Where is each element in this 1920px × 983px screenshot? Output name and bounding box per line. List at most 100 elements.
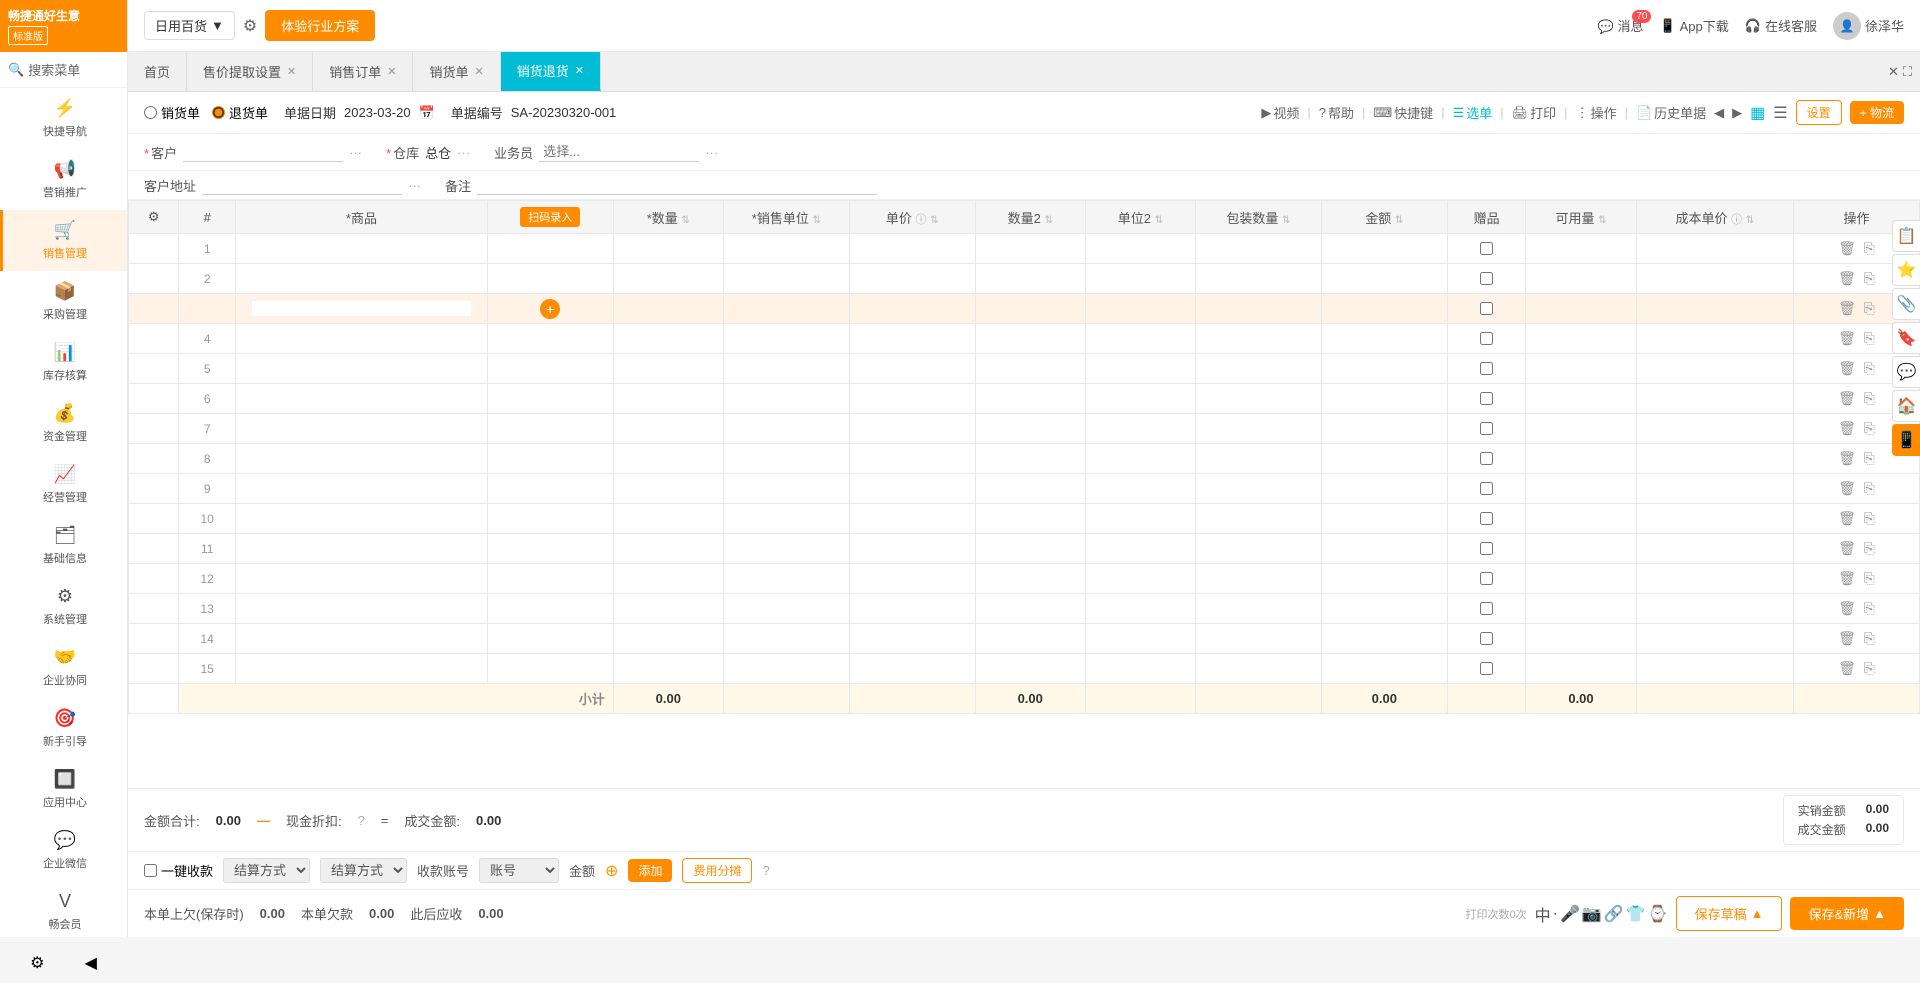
row-avail-3[interactable] <box>1526 294 1636 324</box>
row-qty-11[interactable] <box>613 534 723 564</box>
save-new-btn[interactable]: 保存&新增 ▲ <box>1790 897 1904 930</box>
row-qty-12[interactable] <box>613 564 723 594</box>
row-unit-1[interactable] <box>723 234 849 264</box>
row-qty2-3[interactable] <box>975 294 1085 324</box>
row-product-4[interactable] <box>236 324 488 354</box>
app-download-btn[interactable]: 📱 App下载 <box>1659 16 1728 35</box>
row-amount-10[interactable] <box>1321 504 1447 534</box>
radio-sale-input[interactable] <box>144 106 157 119</box>
row-avail-6[interactable] <box>1526 384 1636 414</box>
message-btn[interactable]: 💬 70 消息 <box>1598 16 1644 35</box>
row-qty-3[interactable] <box>613 294 723 324</box>
row-pack-11[interactable] <box>1195 534 1321 564</box>
row-unit2-7[interactable] <box>1085 414 1195 444</box>
qty2-sort-icon[interactable]: ⇅ <box>1044 215 1052 226</box>
sidebar-item-inventory[interactable]: 📊 库存核算 <box>0 332 127 393</box>
remark-input[interactable] <box>477 175 877 195</box>
row-qty2-11[interactable] <box>975 534 1085 564</box>
row-price-4[interactable] <box>849 324 975 354</box>
row-unit2-15[interactable] <box>1085 654 1195 684</box>
shortcut-btn[interactable]: ⌨ 快捷键 <box>1373 103 1433 122</box>
row-unit2-9[interactable] <box>1085 474 1195 504</box>
sidebar-item-apps[interactable]: 🔲 应用中心 <box>0 759 127 820</box>
row-cost-3[interactable] <box>1636 294 1793 324</box>
row-unit-8[interactable] <box>723 444 849 474</box>
row-qty-15[interactable] <box>613 654 723 684</box>
delete-row-1[interactable]: 🗑 <box>1838 240 1856 256</box>
customer-input[interactable] <box>183 142 343 162</box>
copy-row-6[interactable]: ⎘ <box>1864 390 1875 406</box>
row-product-12[interactable] <box>236 564 488 594</box>
tab-sales-return-close[interactable]: ✕ <box>575 64 584 77</box>
delete-row-12[interactable]: 🗑 <box>1838 570 1856 586</box>
row-pack-10[interactable] <box>1195 504 1321 534</box>
row-product-5[interactable] <box>236 354 488 384</box>
row-unit2-14[interactable] <box>1085 624 1195 654</box>
pack-sort-icon[interactable]: ⇅ <box>1282 215 1290 226</box>
collapse-icon[interactable]: ◀ <box>85 953 97 973</box>
row-cost-13[interactable] <box>1636 594 1793 624</box>
row-pack-9[interactable] <box>1195 474 1321 504</box>
tool-icon-6[interactable]: 👕 <box>1626 904 1646 924</box>
row-avail-14[interactable] <box>1526 624 1636 654</box>
add-row-btn[interactable]: + <box>540 299 560 319</box>
row-avail-1[interactable] <box>1526 234 1636 264</box>
delete-row-9[interactable]: 🗑 <box>1838 480 1856 496</box>
row-gift-9[interactable] <box>1447 474 1526 504</box>
delete-row-15[interactable]: 🗑 <box>1838 660 1856 676</box>
cost-sort-icon[interactable]: ⇅ <box>1746 215 1754 226</box>
row-pack-6[interactable] <box>1195 384 1321 414</box>
row-cost-6[interactable] <box>1636 384 1793 414</box>
barcode-scan-btn[interactable]: 扫码录入 <box>520 207 580 227</box>
copy-row-10[interactable]: ⎘ <box>1864 510 1875 526</box>
row-qty2-4[interactable] <box>975 324 1085 354</box>
row-pack-14[interactable] <box>1195 624 1321 654</box>
copy-row-14[interactable]: ⎘ <box>1864 630 1875 646</box>
delete-row-7[interactable]: 🗑 <box>1838 420 1856 436</box>
video-btn[interactable]: ▶ 视频 <box>1261 103 1299 122</box>
calendar-icon[interactable]: 📅 <box>419 105 435 121</box>
prev-icon[interactable]: ◀ <box>1714 105 1724 121</box>
row-qty-4[interactable] <box>613 324 723 354</box>
tool-icon-7[interactable]: ⌚ <box>1648 904 1668 924</box>
row-cost-11[interactable] <box>1636 534 1793 564</box>
row-gift-7[interactable] <box>1447 414 1526 444</box>
settlement-select[interactable]: 结算方式 <box>320 858 407 883</box>
row-avail-11[interactable] <box>1526 534 1636 564</box>
row-pack-8[interactable] <box>1195 444 1321 474</box>
row-avail-12[interactable] <box>1526 564 1636 594</box>
row-gift-13[interactable] <box>1447 594 1526 624</box>
gift-checkbox-13[interactable] <box>1480 602 1493 615</box>
row-amount-7[interactable] <box>1321 414 1447 444</box>
row-pack-4[interactable] <box>1195 324 1321 354</box>
row-avail-13[interactable] <box>1526 594 1636 624</box>
row-price-14[interactable] <box>849 624 975 654</box>
row-pack-5[interactable] <box>1195 354 1321 384</box>
account-select[interactable]: 账号 <box>479 858 559 883</box>
row-avail-15[interactable] <box>1526 654 1636 684</box>
row-amount-6[interactable] <box>1321 384 1447 414</box>
row-qty-14[interactable] <box>613 624 723 654</box>
salesperson-input[interactable] <box>539 142 699 162</box>
row-amount-15[interactable] <box>1321 654 1447 684</box>
row-gift-1[interactable] <box>1447 234 1526 264</box>
row-pack-3[interactable] <box>1195 294 1321 324</box>
row-avail-9[interactable] <box>1526 474 1636 504</box>
gift-checkbox-14[interactable] <box>1480 632 1493 645</box>
row-cost-8[interactable] <box>1636 444 1793 474</box>
fee-help-icon[interactable]: ? <box>762 863 769 878</box>
row-gift-14[interactable] <box>1447 624 1526 654</box>
delete-row-3[interactable]: 🗑 <box>1838 300 1856 316</box>
row-amount-9[interactable] <box>1321 474 1447 504</box>
row-unit2-6[interactable] <box>1085 384 1195 414</box>
delete-row-13[interactable]: 🗑 <box>1838 600 1856 616</box>
row-pack-12[interactable] <box>1195 564 1321 594</box>
row-product-6[interactable] <box>236 384 488 414</box>
address-more-icon[interactable]: ··· <box>408 178 421 193</box>
row-unit2-3[interactable] <box>1085 294 1195 324</box>
product-input-3[interactable] <box>252 301 471 316</box>
row-qty-5[interactable] <box>613 354 723 384</box>
float-attach-btn[interactable]: 📎 <box>1892 288 1920 320</box>
row-unit-5[interactable] <box>723 354 849 384</box>
copy-row-9[interactable]: ⎘ <box>1864 480 1875 496</box>
